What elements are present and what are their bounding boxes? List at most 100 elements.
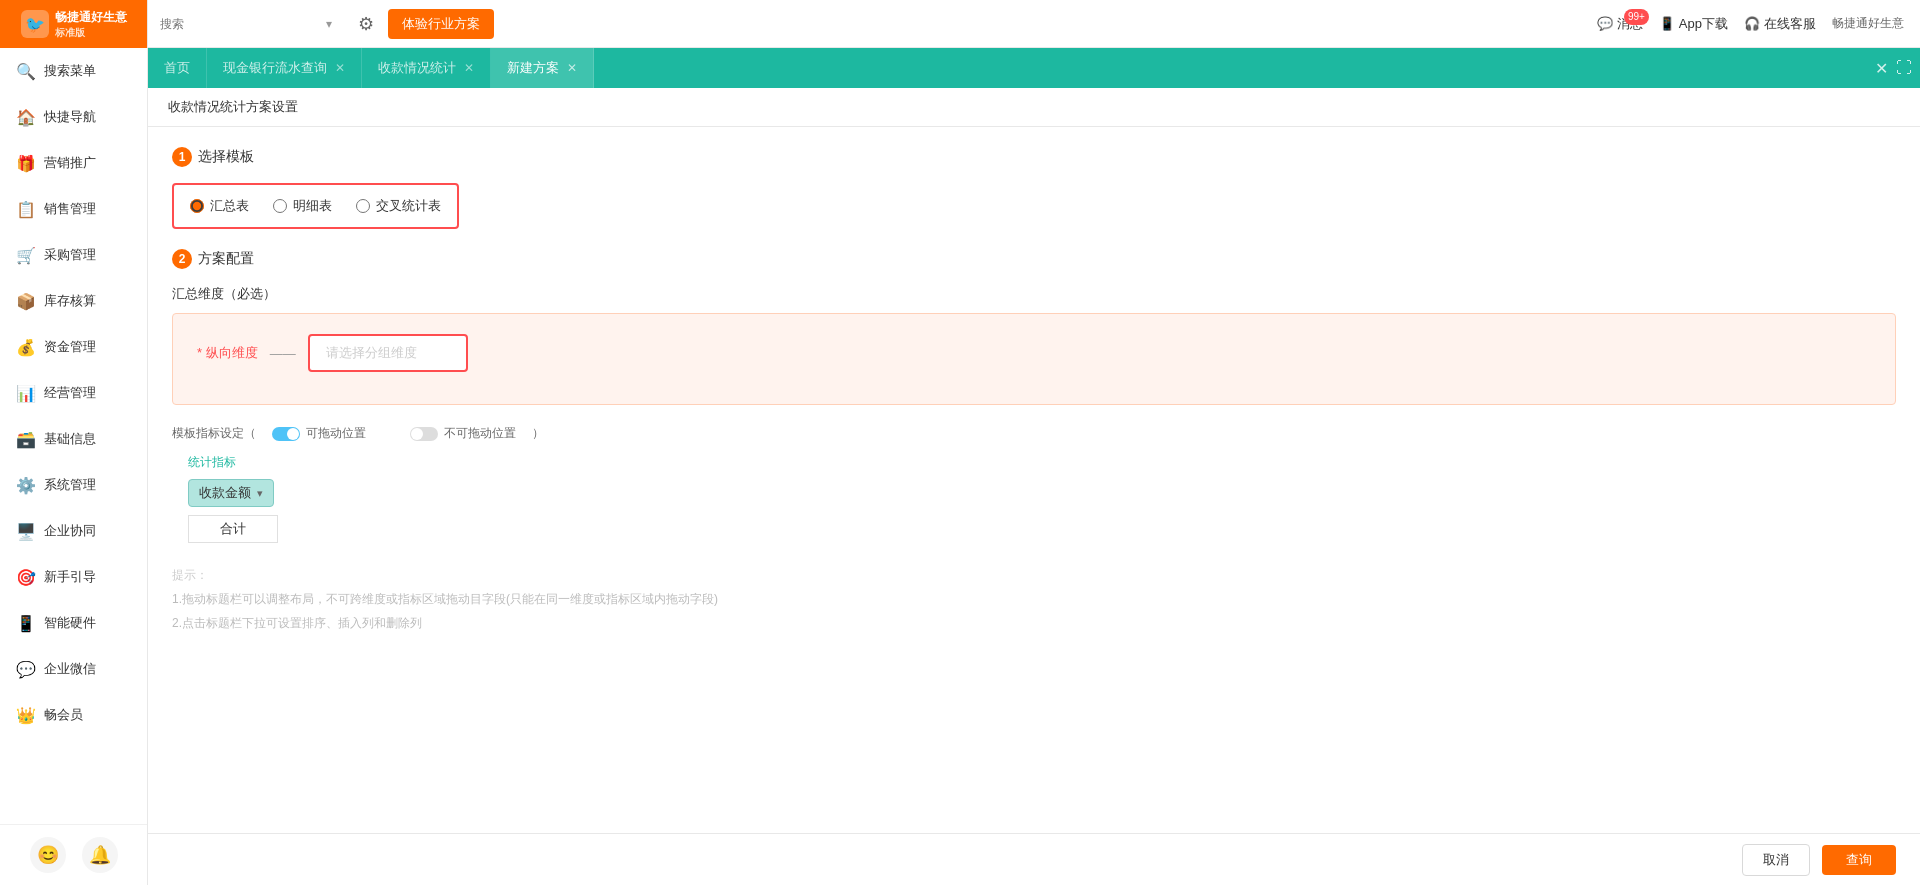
page-title: 收款情况统计方案设置 [168,99,298,114]
tab-bank-flow[interactable]: 现金银行流水查询 ✕ [207,48,362,88]
option-detail[interactable]: 明细表 [273,197,332,215]
legend-separator [382,425,394,442]
tab-bank-flow-close[interactable]: ✕ [335,61,345,75]
home-icon: 🏠 [16,108,36,127]
basic-info-icon: 🗃️ [16,430,36,449]
sidebar-item-enterprise[interactable]: 🖥️ 企业协同 [0,508,147,554]
draggable-toggle[interactable] [272,427,300,441]
sidebar-item-basic-info[interactable]: 🗃️ 基础信息 [0,416,147,462]
template-options-box: 汇总表 明细表 交叉统计表 [172,183,459,229]
header-right: 💬 消息 99+ 📱 App下载 🎧 在线客服 畅捷通好生意 [1581,15,1920,33]
sidebar-item-operations[interactable]: 📊 经营管理 [0,370,147,416]
sidebar-item-guide[interactable]: 🎯 新手引导 [0,554,147,600]
message-icon: 💬 [1597,16,1613,31]
sidebar-bottom-btn-left[interactable]: 😊 [30,837,66,873]
cancel-button[interactable]: 取消 [1742,844,1810,876]
username-label: 畅捷通好生意 [1832,15,1904,32]
indicator-tag-amount[interactable]: 收款金额 ▾ [188,479,274,507]
operations-icon: 📊 [16,384,36,403]
sidebar-item-search-menu[interactable]: 🔍 搜索菜单 [0,48,147,94]
indicators-body: 统计指标 收款金额 ▾ 合计 [188,454,1896,543]
enterprise-icon: 🖥️ [16,522,36,541]
message-badge: 99+ [1624,9,1649,25]
dimension-arrow: —— [270,346,296,361]
step2-header: 2 方案配置 [172,249,1896,269]
inventory-icon: 📦 [16,292,36,311]
content-area: 1 选择模板 汇总表 明细表 交叉统计表 2 [148,127,1920,872]
sidebar-item-inventory[interactable]: 📦 库存核算 [0,278,147,324]
option-cross[interactable]: 交叉统计表 [356,197,441,215]
capital-icon: 💰 [16,338,36,357]
non-draggable-toggle[interactable] [410,427,438,441]
header: ▾ ⚙ 体验行业方案 💬 消息 99+ 📱 App下载 🎧 在线客服 畅捷通好生… [148,0,1920,48]
close-window-icon[interactable]: ✕ [1875,59,1888,78]
option-summary[interactable]: 汇总表 [190,197,249,215]
system-icon: ⚙️ [16,476,36,495]
indicator-sub-row: 合计 [188,515,1896,543]
sidebar-item-smart-hardware[interactable]: 📱 智能硬件 [0,600,147,646]
tag-label: 收款金额 [199,484,251,502]
trial-btn[interactable]: 体验行业方案 [388,9,494,39]
sidebar-item-system[interactable]: ⚙️ 系统管理 [0,462,147,508]
dimension-area: * 纵向维度 —— 请选择分组维度 [172,313,1896,405]
tab-collection-stat[interactable]: 收款情况统计 ✕ [362,48,491,88]
gift-icon: 🎁 [16,154,36,173]
tips-title: 提示： [172,568,208,582]
message-btn[interactable]: 💬 消息 99+ [1597,15,1643,33]
vertical-dimension-label: * 纵向维度 [197,344,258,362]
dimension-select[interactable]: 请选择分组维度 [308,334,468,372]
legend-label-suffix: ） [532,425,544,442]
online-chat-btn[interactable]: 🎧 在线客服 [1744,15,1816,33]
search-input[interactable] [160,17,320,31]
sidebar-item-capital[interactable]: 💰 资金管理 [0,324,147,370]
tab-collection-stat-close[interactable]: ✕ [464,61,474,75]
legend-draggable: 可拖动位置 [272,425,366,442]
sidebar-bottom-btn-right[interactable]: 🔔 [82,837,118,873]
edition-badge: 标准版 [55,26,127,40]
tips-item-1: 1.拖动标题栏可以调整布局，不可跨维度或指标区域拖动目字段(只能在同一维度或指标… [172,587,1896,611]
settings-icon[interactable]: ⚙ [348,13,384,35]
main-content: 收款情况统计方案设置 1 选择模板 汇总表 明细表 交叉统计表 [148,88,1920,885]
logo-text: 畅捷通好生意 标准版 [55,9,127,40]
tab-home[interactable]: 首页 [148,48,207,88]
sidebar-item-member[interactable]: 👑 畅会员 [0,692,147,738]
sidebar-item-marketing[interactable]: 🎁 营销推广 [0,140,147,186]
radio-summary[interactable] [190,199,204,213]
maximize-window-icon[interactable]: ⛶ [1896,59,1912,77]
sub-cell-total: 合计 [188,515,278,543]
legend-label-prefix: 模板指标设定（ [172,425,256,442]
header-search-area: ▾ [148,0,348,47]
step2-section: 2 方案配置 汇总维度（必选） * 纵向维度 —— 请选择分组维度 模板指标设定… [172,249,1896,635]
tips-area: 提示： 1.拖动标题栏可以调整布局，不可跨维度或指标区域拖动目字段(只能在同一维… [172,563,1896,635]
search-chevron-icon[interactable]: ▾ [326,17,332,31]
tag-chevron-icon: ▾ [257,487,263,500]
tips-item-2: 2.点击标题栏下拉可设置排序、插入列和删除列 [172,611,1896,635]
app-download-btn[interactable]: 📱 App下载 [1659,15,1728,33]
step2-label: 方案配置 [198,250,254,268]
query-button[interactable]: 查询 [1822,845,1896,875]
sidebar-item-wechat[interactable]: 💬 企业微信 [0,646,147,692]
legend-non-draggable: 不可拖动位置 [410,425,516,442]
guide-icon: 🎯 [16,568,36,587]
chat-icon: 🎧 [1744,16,1760,31]
step1-badge: 1 [172,147,192,167]
indicators-section: 模板指标设定（ 可拖动位置 不可拖动位置 ） 统计指标 [172,425,1896,543]
bottom-bar: 取消 查询 [148,833,1920,885]
non-draggable-label: 不可拖动位置 [444,425,516,442]
sidebar: 🐦 畅捷通好生意 标准版 🔍 搜索菜单 🏠 快捷导航 🎁 营销推广 📋 销售管理… [0,0,148,885]
indicator-tags-row: 收款金额 ▾ [188,479,1896,511]
radio-detail[interactable] [273,199,287,213]
sidebar-item-quick-nav[interactable]: 🏠 快捷导航 [0,94,147,140]
app-icon: 📱 [1659,16,1675,31]
tab-new-plan-close[interactable]: ✕ [567,61,577,75]
indicators-group-label: 统计指标 [188,454,1896,471]
sidebar-item-sales[interactable]: 📋 销售管理 [0,186,147,232]
vertical-dimension-row: * 纵向维度 —— 请选择分组维度 [197,334,1871,372]
sidebar-item-purchase[interactable]: 🛒 采购管理 [0,232,147,278]
window-controls: ✕ ⛶ [1867,48,1920,88]
tab-new-plan[interactable]: 新建方案 ✕ [491,48,594,88]
step1-section: 1 选择模板 汇总表 明细表 交叉统计表 [172,147,1896,229]
purchase-icon: 🛒 [16,246,36,265]
radio-cross[interactable] [356,199,370,213]
dimension-title: 汇总维度（必选） [172,285,1896,303]
